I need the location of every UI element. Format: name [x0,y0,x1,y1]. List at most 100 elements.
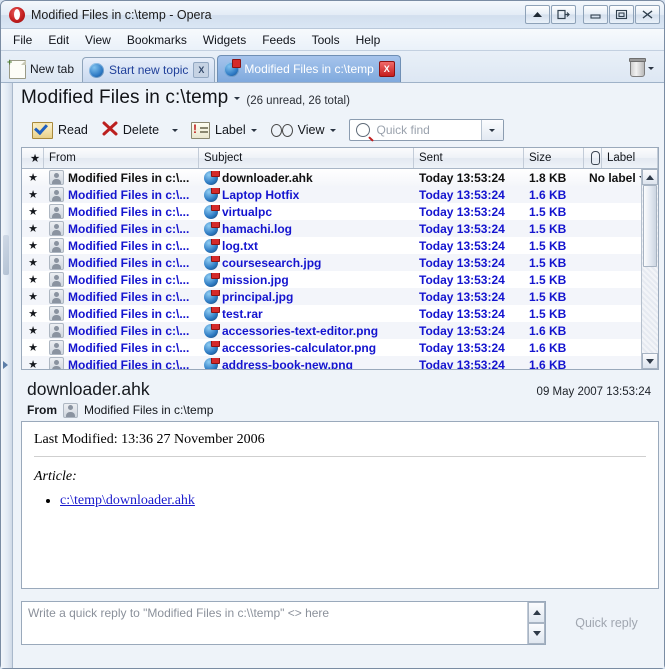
quick-reply-input[interactable]: Write a quick reply to "Modified Files i… [22,602,527,644]
column-headers: ★ From Subject Sent Size Label [22,148,658,169]
star-cell[interactable]: ★ [22,290,44,303]
trash-button[interactable] [629,58,654,77]
read-label: Read [58,123,88,137]
table-row[interactable]: ★ Modified Files in c:\... Laptop Hotfix To… [22,186,641,203]
menu-tools[interactable]: Tools [304,31,348,49]
star-cell[interactable]: ★ [22,273,44,286]
table-row[interactable]: ★ Modified Files in c:\... coursesearch.jp… [22,254,641,271]
menu-help[interactable]: Help [348,31,389,49]
pin-button[interactable] [551,5,576,24]
scroll-up-button[interactable] [528,602,545,623]
quick-reply-field[interactable]: Write a quick reply to "Modified Files i… [21,601,546,645]
restore-button[interactable] [609,5,634,24]
tab-modified-files[interactable]: Modified Files in c:\temp X [217,55,401,82]
quick-reply-button[interactable]: Quick reply [554,616,659,630]
article-list: c:\temp\downloader.ahk [34,493,646,509]
column-from[interactable]: From [44,148,199,168]
star-cell[interactable]: ★ [22,324,44,337]
delete-button[interactable]: Delete [95,118,166,142]
list-scrollbar[interactable] [641,169,658,369]
panel-expand-arrow-icon[interactable] [3,361,8,369]
feed-globe-icon [224,58,242,77]
table-row[interactable]: ★ Modified Files in c:\... log.txt Today 13… [22,237,641,254]
table-row[interactable]: ★ Modified Files in c:\... mission.jpg Toda… [22,271,641,288]
column-subject[interactable]: Subject [199,148,414,168]
table-row[interactable]: ★ Modified Files in c:\... accessories-tex… [22,322,641,339]
scroll-up-button[interactable] [642,169,658,185]
message-body: Last Modified: 13:36 27 November 2006 Ar… [21,421,659,589]
star-cell[interactable]: ★ [22,307,44,320]
tab-close-icon[interactable]: X [193,62,210,78]
chevron-down-icon[interactable] [648,67,654,70]
label-button[interactable]: Label [184,118,264,142]
avatar [49,357,64,369]
collapsed-panel-rail[interactable] [1,83,13,668]
delete-label: Delete [122,123,160,137]
view-button[interactable]: View [264,118,343,142]
star-cell[interactable]: ★ [22,256,44,269]
from-cell: Modified Files in c:\... [44,340,199,355]
new-tab-button[interactable]: New tab [7,56,82,82]
from-cell: Modified Files in c:\... [44,238,199,253]
subject-text: log.txt [222,238,258,253]
folder-dropdown-icon[interactable] [234,96,241,100]
quick-reply-scrollbar[interactable] [527,602,545,644]
menu-view[interactable]: View [77,31,119,49]
from-cell: Modified Files in c:\... [44,187,199,202]
delete-dropdown-button[interactable] [166,118,184,142]
sent-cell: Today 13:53:24 [419,255,505,270]
table-row[interactable]: ★ Modified Files in c:\... principal.jpg To… [22,288,641,305]
column-attachment[interactable] [584,148,602,168]
menu-file[interactable]: File [5,31,40,49]
rollup-button[interactable] [525,5,550,24]
subject-text: address-book-new.png [222,357,353,370]
subject-cell: downloader.ahk [199,170,414,185]
new-page-icon [7,57,26,79]
star-cell[interactable]: ★ [22,239,44,252]
scroll-thumb[interactable] [643,185,657,267]
menu-edit[interactable]: Edit [40,31,77,49]
star-cell[interactable]: ★ [22,171,44,184]
feed-icon [204,306,220,321]
tab-bar: New tab Start new topic X Modified Files… [1,51,664,83]
subject-cell: log.txt [199,238,414,253]
size-cell: 1.6 KB [529,187,567,202]
minimize-button[interactable] [583,5,608,24]
table-row[interactable]: ★ Modified Files in c:\... address-book-ne… [22,356,641,369]
label-cell[interactable]: No label [584,171,641,185]
menu-feeds[interactable]: Feeds [254,31,303,49]
table-row[interactable]: ★ Modified Files in c:\... test.rar Today 1… [22,305,641,322]
article-link[interactable]: c:\temp\downloader.ahk [60,493,195,508]
menu-widgets[interactable]: Widgets [195,31,254,49]
scroll-down-button[interactable] [528,623,545,644]
table-row[interactable]: ★ Modified Files in c:\... downloader.ahk T… [22,169,641,186]
star-cell[interactable]: ★ [22,358,44,369]
table-row[interactable]: ★ Modified Files in c:\... hamachi.log Toda… [22,220,641,237]
star-cell[interactable]: ★ [22,188,44,201]
star-cell[interactable]: ★ [22,205,44,218]
star-cell[interactable]: ★ [22,222,44,235]
star-cell[interactable]: ★ [22,341,44,354]
read-button[interactable]: Read [25,118,95,142]
sent-cell: Today 13:53:24 [419,221,505,236]
column-size[interactable]: Size [524,148,584,168]
table-row[interactable]: ★ Modified Files in c:\... virtualpc Today … [22,203,641,220]
search-input[interactable] [374,122,481,138]
tab-start-new-topic[interactable]: Start new topic X [82,57,216,82]
quick-find-box[interactable] [348,119,504,141]
close-button[interactable] [635,5,660,24]
chevron-down-icon [329,128,336,132]
scroll-down-button[interactable] [642,353,658,369]
scroll-track[interactable] [642,185,658,353]
column-label[interactable]: Label [602,148,658,168]
search-dropdown-button[interactable] [480,120,503,140]
column-star[interactable]: ★ [22,148,44,168]
tab-close-icon[interactable]: X [378,61,395,77]
column-sent[interactable]: Sent [414,148,524,168]
new-tab-label: New tab [30,62,75,76]
panel-resize-grip[interactable] [3,235,9,275]
menu-bookmarks[interactable]: Bookmarks [119,31,195,49]
folder-header: Modified Files in c:\temp (26 unread, 26… [13,83,659,113]
from-text: Modified Files in c:\... [68,187,190,202]
table-row[interactable]: ★ Modified Files in c:\... accessories-cal… [22,339,641,356]
